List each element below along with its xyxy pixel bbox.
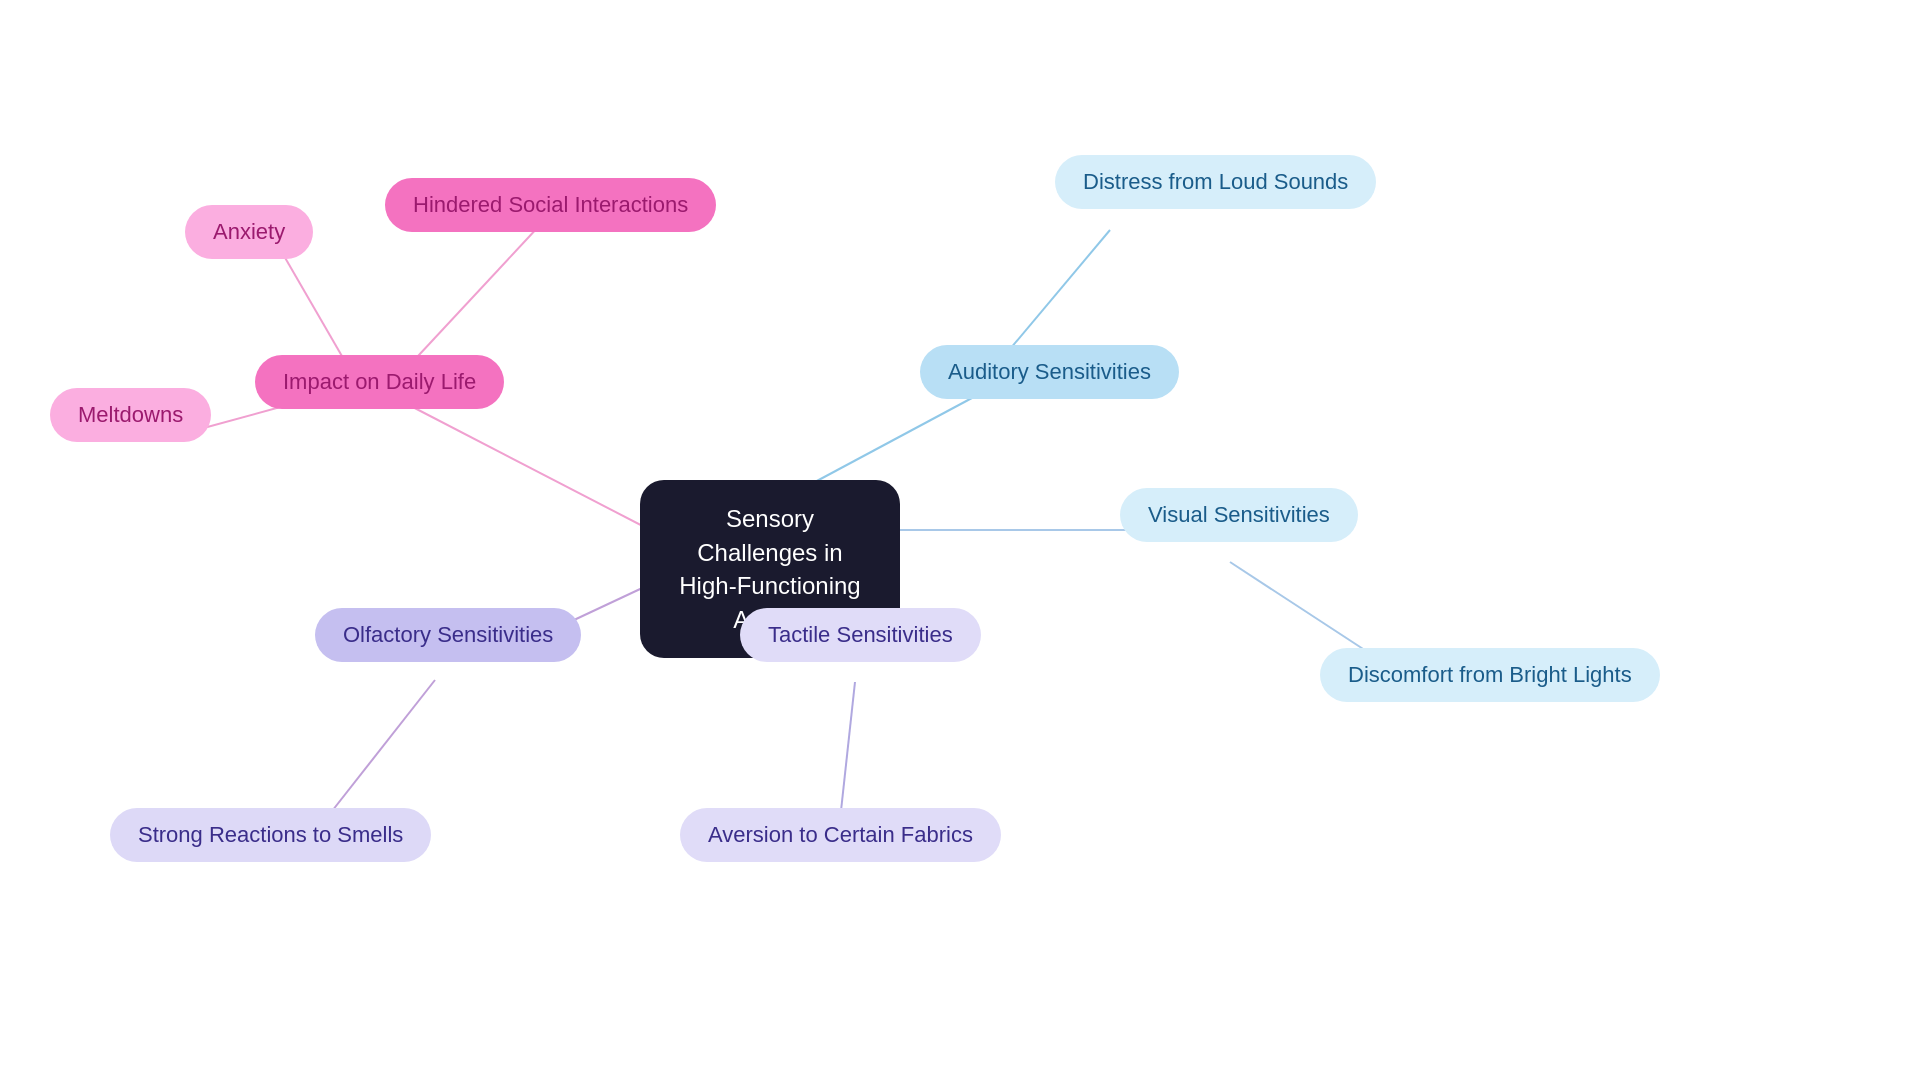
tactile-node: Tactile Sensitivities <box>740 608 981 662</box>
svg-line-0 <box>405 403 660 535</box>
loud-sounds-node: Distress from Loud Sounds <box>1055 155 1376 209</box>
svg-line-1 <box>280 249 350 370</box>
auditory-node: Auditory Sensitivities <box>920 345 1179 399</box>
svg-line-5 <box>325 680 435 820</box>
strong-smells-node: Strong Reactions to Smells <box>110 808 431 862</box>
fabrics-node: Aversion to Certain Fabrics <box>680 808 1001 862</box>
anxiety-node: Anxiety <box>185 205 313 259</box>
impact-node: Impact on Daily Life <box>255 355 504 409</box>
bright-lights-node: Discomfort from Bright Lights <box>1320 648 1660 702</box>
meltdowns-node: Meltdowns <box>50 388 211 442</box>
olfactory-node: Olfactory Sensitivities <box>315 608 581 662</box>
visual-node: Visual Sensitivities <box>1120 488 1358 542</box>
hindered-node: Hindered Social Interactions <box>385 178 716 232</box>
svg-line-6 <box>800 391 985 490</box>
svg-line-11 <box>840 682 855 820</box>
svg-line-7 <box>1000 230 1110 361</box>
svg-line-9 <box>1230 562 1380 660</box>
svg-line-2 <box>405 225 540 370</box>
